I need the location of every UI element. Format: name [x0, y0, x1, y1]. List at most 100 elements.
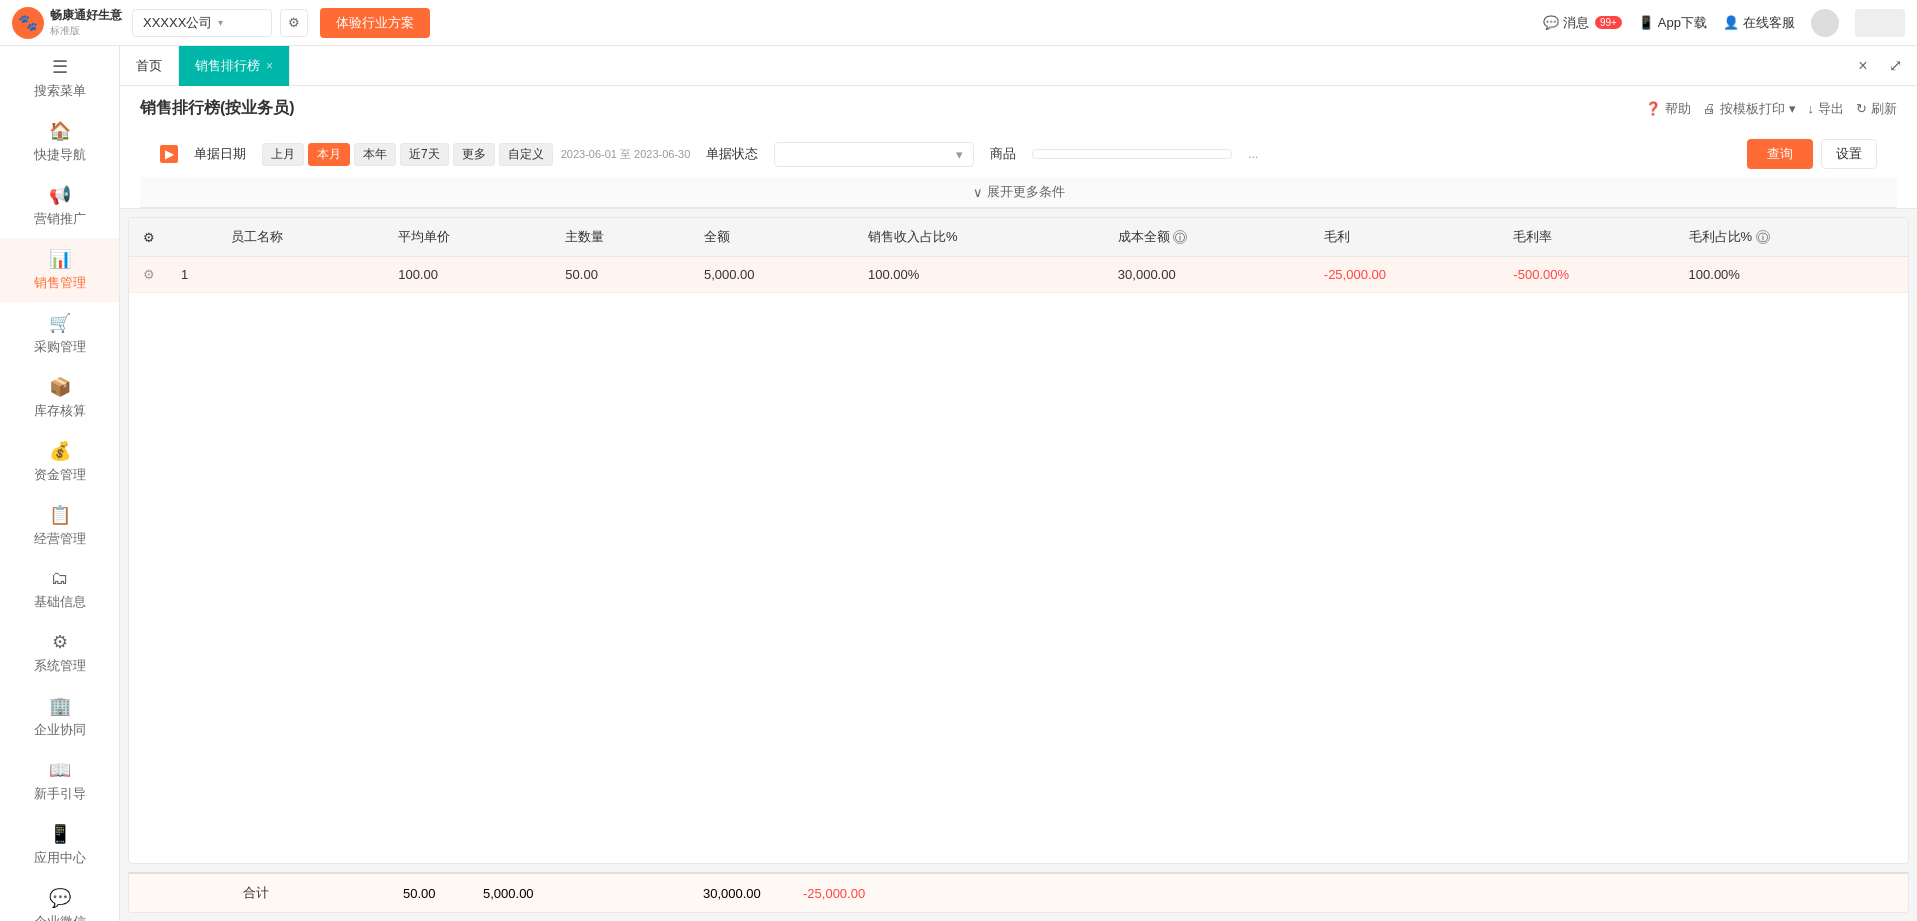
- sidebar-item-operations[interactable]: 📋 经营管理: [0, 494, 119, 558]
- date-btn-7days[interactable]: 近7天: [400, 143, 449, 166]
- footer-cost: 30,000.00: [691, 886, 791, 901]
- status-select[interactable]: ▾: [774, 142, 974, 167]
- row-settings-icon[interactable]: ⚙: [129, 257, 169, 293]
- sidebar-label-search: 搜索菜单: [34, 82, 86, 100]
- message-icon: 💬: [1543, 15, 1559, 30]
- table-area: ⚙ 员工名称 平均单价 主数量 全额 销售收入占比% 成本全额 ⓘ 毛利 毛利率…: [128, 217, 1909, 864]
- sidebar-item-search-orders[interactable]: ☰ 搜索菜单: [0, 46, 119, 110]
- date-btn-this-year[interactable]: 本年: [354, 143, 396, 166]
- col-settings[interactable]: ⚙: [129, 218, 169, 257]
- export-label: 导出: [1818, 100, 1844, 118]
- purchase-icon: 🛒: [49, 312, 71, 334]
- app-subtitle: 标准版: [50, 24, 122, 38]
- sidebar-item-app-center[interactable]: 📱 应用中心: [0, 813, 119, 877]
- gross-ratio-info-icon[interactable]: ⓘ: [1756, 230, 1770, 244]
- col-avg-price: 平均单价: [386, 218, 553, 257]
- table-row: ⚙ 1 100.00 50.00 5,000.00 100.00% 30,000…: [129, 257, 1908, 293]
- cost-info-icon[interactable]: ⓘ: [1173, 230, 1187, 244]
- page-title-row: 销售排行榜(按业务员) ❓ 帮助 🖨 按模板打印 ▾ ↓ 导出: [140, 98, 1897, 119]
- row-sales-ratio: 100.00%: [856, 257, 1106, 293]
- page-header: 销售排行榜(按业务员) ❓ 帮助 🖨 按模板打印 ▾ ↓ 导出: [120, 86, 1917, 209]
- finance-icon: 💰: [49, 440, 71, 462]
- onboarding-icon: 📖: [49, 759, 71, 781]
- sidebar-item-marketing[interactable]: 📢 营销推广: [0, 174, 119, 238]
- help-button[interactable]: ❓ 帮助: [1645, 100, 1691, 118]
- content-area: 首页 销售排行榜 × × ⤢ 销售排行榜(按业务员) ❓ 帮助: [120, 46, 1917, 921]
- sidebar-item-enterprise-wechat[interactable]: 💬 企业微信: [0, 877, 119, 921]
- export-icon: ↓: [1808, 101, 1815, 116]
- app-download-icon: 📱: [1638, 15, 1654, 30]
- filter-toggle-icon[interactable]: ▶: [160, 145, 178, 163]
- date-btn-custom[interactable]: 自定义: [499, 143, 553, 166]
- col-index: [169, 218, 219, 257]
- try-industry-button[interactable]: 体验行业方案: [320, 8, 430, 38]
- expand-icon: ∨: [973, 185, 983, 200]
- sidebar-item-finance[interactable]: 💰 资金管理: [0, 430, 119, 494]
- sidebar-label-marketing: 营销推广: [34, 210, 86, 228]
- sidebar-item-inventory[interactable]: 📦 库存核算: [0, 366, 119, 430]
- message-button[interactable]: 💬 消息 99+: [1543, 14, 1622, 32]
- avatar[interactable]: [1811, 9, 1839, 37]
- service-label: 在线客服: [1743, 14, 1795, 32]
- sidebar-item-system[interactable]: ⚙ 系统管理: [0, 621, 119, 685]
- export-button[interactable]: ↓ 导出: [1808, 100, 1845, 118]
- sidebar-item-basic-info[interactable]: 🗂 基础信息: [0, 558, 119, 621]
- date-btn-more[interactable]: 更多: [453, 143, 495, 166]
- sidebar: ☰ 搜索菜单 🏠 快捷导航 📢 营销推广 📊 销售管理 🛒 采购管理 📦 库存核…: [0, 46, 120, 921]
- app-title: 畅康通好生意: [50, 7, 122, 24]
- row-index: 1: [169, 257, 219, 293]
- date-range-text: 2023-06-01 至 2023-06-30: [561, 147, 691, 162]
- row-gross-rate: -500.00%: [1501, 257, 1676, 293]
- tab-bar: 首页 销售排行榜 × × ⤢: [120, 46, 1917, 86]
- settings-button[interactable]: 设置: [1821, 139, 1877, 169]
- sidebar-item-purchase[interactable]: 🛒 采购管理: [0, 302, 119, 366]
- sidebar-item-quick-nav[interactable]: 🏠 快捷导航: [0, 110, 119, 174]
- operations-icon: 📋: [49, 504, 71, 526]
- print-button[interactable]: 🖨 按模板打印 ▾: [1703, 100, 1796, 118]
- basic-info-icon: 🗂: [51, 568, 69, 589]
- tab-maximize-icon[interactable]: ⤢: [1881, 52, 1909, 80]
- message-badge: 99+: [1595, 16, 1622, 29]
- col-employee: 员工名称: [219, 218, 386, 257]
- wechat-icon: 💬: [49, 887, 71, 909]
- sidebar-label-basicinfo: 基础信息: [34, 593, 86, 611]
- tab-close-window-icon[interactable]: ×: [1849, 52, 1877, 80]
- tab-close-icon[interactable]: ×: [266, 59, 273, 73]
- sidebar-item-sales[interactable]: 📊 销售管理: [0, 238, 119, 302]
- row-gross-profit: -25,000.00: [1312, 257, 1502, 293]
- tab-home[interactable]: 首页: [120, 46, 179, 86]
- table-body: ⚙ 1 100.00 50.00 5,000.00 100.00% 30,000…: [129, 257, 1908, 293]
- sidebar-item-enterprise-coop[interactable]: 🏢 企业协同: [0, 685, 119, 749]
- goods-filter-label: 商品: [990, 145, 1016, 163]
- date-btn-last-month[interactable]: 上月: [262, 143, 304, 166]
- print-icon: 🖨: [1703, 101, 1716, 116]
- main-layout: ☰ 搜索菜单 🏠 快捷导航 📢 营销推广 📊 销售管理 🛒 采购管理 📦 库存核…: [0, 46, 1917, 921]
- system-icon: ⚙: [52, 631, 68, 653]
- date-btn-this-month[interactable]: 本月: [308, 143, 350, 166]
- refresh-icon: ↻: [1856, 101, 1867, 116]
- more-filters-icon[interactable]: ...: [1248, 147, 1258, 161]
- dropdown-arrow-icon: ▾: [218, 17, 223, 28]
- app-download-button[interactable]: 📱 App下载: [1638, 14, 1707, 32]
- online-service-button[interactable]: 👤 在线客服: [1723, 14, 1795, 32]
- sidebar-item-onboarding[interactable]: 📖 新手引导: [0, 749, 119, 813]
- tab-home-label: 首页: [136, 57, 162, 75]
- company-selector[interactable]: XXXXX公司 ▾: [132, 9, 272, 37]
- search-menu-icon: ☰: [52, 56, 68, 78]
- refresh-button[interactable]: ↻ 刷新: [1856, 100, 1897, 118]
- tab-sales-ranking[interactable]: 销售排行榜 ×: [179, 46, 290, 86]
- col-gross-ratio: 毛利占比% ⓘ: [1677, 218, 1908, 257]
- home-icon: 🏠: [49, 120, 71, 142]
- user-name-area[interactable]: [1855, 9, 1905, 37]
- expand-row: ∨ 展开更多条件: [140, 177, 1897, 208]
- col-main-qty: 主数量: [553, 218, 692, 257]
- tab-sales-label: 销售排行榜: [195, 57, 260, 75]
- settings-icon[interactable]: ⚙: [280, 9, 308, 37]
- expand-button[interactable]: ∨ 展开更多条件: [973, 183, 1065, 201]
- query-button[interactable]: 查询: [1747, 139, 1813, 169]
- goods-input[interactable]: [1032, 149, 1232, 159]
- table-footer: 合计 50.00 5,000.00 30,000.00 -25,000.00: [128, 872, 1909, 913]
- help-icon: ❓: [1645, 101, 1661, 116]
- sidebar-label-appcenter: 应用中心: [34, 849, 86, 867]
- refresh-label: 刷新: [1871, 100, 1897, 118]
